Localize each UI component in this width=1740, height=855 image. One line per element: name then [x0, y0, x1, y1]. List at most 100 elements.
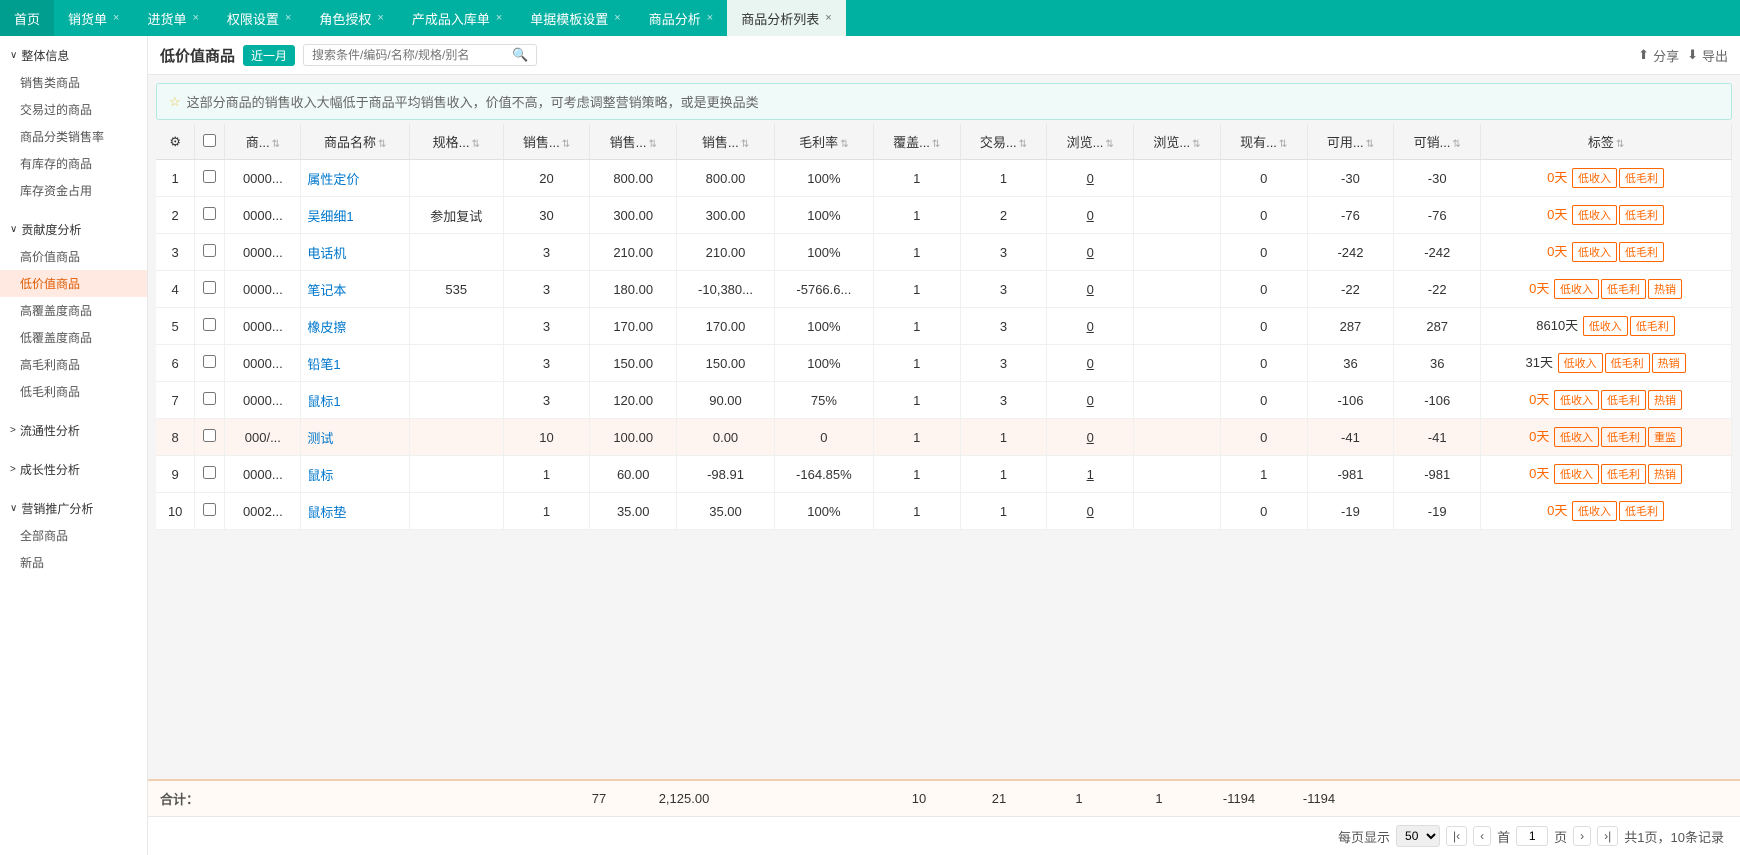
sidebar-group-贡献度分析[interactable]: ∨贡献度分析 — [0, 216, 147, 243]
sidebar-item-低毛利商品[interactable]: 低毛利商品 — [0, 378, 147, 405]
sort-icon[interactable]: ⇅ — [1616, 139, 1624, 150]
row-checkbox[interactable] — [203, 281, 216, 294]
last-page-button[interactable]: ›| — [1597, 826, 1618, 846]
product-name[interactable]: 鼠标垫 — [301, 493, 410, 530]
sort-icon[interactable]: ⇅ — [1105, 139, 1113, 150]
sidebar-item-高毛利商品[interactable]: 高毛利商品 — [0, 351, 147, 378]
sort-icon[interactable]: ⇅ — [1279, 139, 1287, 150]
product-name[interactable]: 吴细细1 — [301, 197, 410, 234]
page-number-input[interactable] — [1516, 826, 1548, 846]
sidebar-group-成长性分析[interactable]: >成长性分析 — [0, 456, 147, 483]
browse1[interactable]: 1 — [1047, 456, 1134, 493]
nav-item-进货单[interactable]: 进货单× — [133, 0, 212, 36]
browse1-link[interactable]: 1 — [1087, 467, 1094, 482]
product-name[interactable]: 笔记本 — [301, 271, 410, 308]
export-button[interactable]: ⬇ 导出 — [1687, 46, 1728, 65]
browse1-link[interactable]: 0 — [1087, 393, 1094, 408]
sidebar-item-低覆盖度商品[interactable]: 低覆盖度商品 — [0, 324, 147, 351]
filter-tag[interactable]: 近一月 — [243, 45, 295, 66]
sidebar-group-整体信息[interactable]: ∨整体信息 — [0, 42, 147, 69]
sidebar-item-商品分类销售率[interactable]: 商品分类销售率 — [0, 123, 147, 150]
sidebar-item-销售类商品[interactable]: 销售类商品 — [0, 69, 147, 96]
nav-item-商品分析列表[interactable]: 商品分析列表× — [727, 0, 845, 36]
sort-icon[interactable]: ⇅ — [840, 139, 848, 150]
col-header-3[interactable]: 商品名称⇅ — [301, 124, 410, 160]
browse1-link[interactable]: 0 — [1087, 430, 1094, 445]
close-tab-icon[interactable]: × — [707, 12, 713, 24]
close-tab-icon[interactable]: × — [825, 12, 831, 24]
nav-item-产成品入库单[interactable]: 产成品入库单× — [398, 0, 516, 36]
sort-icon[interactable]: ⇅ — [1019, 139, 1027, 150]
sidebar-item-低价值商品[interactable]: 低价值商品 — [0, 270, 147, 297]
sort-icon[interactable]: ⇅ — [272, 139, 280, 150]
col-header-4[interactable]: 规格...⇅ — [409, 124, 503, 160]
col-header-8[interactable]: 毛利率⇅ — [774, 124, 873, 160]
settings-icon[interactable]: ⚙ — [169, 134, 181, 149]
nav-item-权限设置[interactable]: 权限设置× — [213, 0, 305, 36]
nav-item-销货单[interactable]: 销货单× — [54, 0, 133, 36]
sidebar-item-高价值商品[interactable]: 高价值商品 — [0, 243, 147, 270]
product-name[interactable]: 鼠标 — [301, 456, 410, 493]
col-header-11[interactable]: 浏览...⇅ — [1047, 124, 1134, 160]
sidebar-item-有库存的商品[interactable]: 有库存的商品 — [0, 150, 147, 177]
row-checkbox[interactable] — [203, 429, 216, 442]
browse1-link[interactable]: 0 — [1087, 282, 1094, 297]
browse1-link[interactable]: 0 — [1087, 319, 1094, 334]
sort-icon[interactable]: ⇅ — [1452, 139, 1460, 150]
product-name[interactable]: 测试 — [301, 419, 410, 456]
browse1-link[interactable]: 0 — [1087, 245, 1094, 260]
share-button[interactable]: ⬆ 分享 — [1638, 46, 1679, 65]
close-tab-icon[interactable]: × — [496, 12, 502, 24]
row-checkbox[interactable] — [203, 244, 216, 257]
col-header-10[interactable]: 交易...⇅ — [960, 124, 1047, 160]
col-header-7[interactable]: 销售...⇅ — [677, 124, 775, 160]
sort-icon[interactable]: ⇅ — [1366, 139, 1374, 150]
close-tab-icon[interactable]: × — [614, 12, 620, 24]
close-tab-icon[interactable]: × — [113, 12, 119, 24]
col-header-15[interactable]: 可销...⇅ — [1394, 124, 1481, 160]
sort-icon[interactable]: ⇅ — [1192, 139, 1200, 150]
sort-icon[interactable]: ⇅ — [378, 139, 386, 150]
nav-item-角色授权[interactable]: 角色授权× — [305, 0, 397, 36]
sidebar-item-库存资金占用[interactable]: 库存资金占用 — [0, 177, 147, 204]
col-header-12[interactable]: 浏览...⇅ — [1134, 124, 1221, 160]
sidebar-item-高覆盖度商品[interactable]: 高覆盖度商品 — [0, 297, 147, 324]
row-checkbox[interactable] — [203, 170, 216, 183]
next-page-button[interactable]: › — [1573, 826, 1591, 846]
col-header-14[interactable]: 可用...⇅ — [1307, 124, 1394, 160]
sidebar-item-全部商品[interactable]: 全部商品 — [0, 522, 147, 549]
browse1-link[interactable]: 0 — [1087, 171, 1094, 186]
browse1-link[interactable]: 0 — [1087, 208, 1094, 223]
close-tab-icon[interactable]: × — [285, 12, 291, 24]
select-all-checkbox[interactable] — [203, 134, 216, 147]
sidebar-item-新品[interactable]: 新品 — [0, 549, 147, 576]
product-name[interactable]: 铅笔1 — [301, 345, 410, 382]
browse1-link[interactable]: 0 — [1087, 356, 1094, 371]
nav-item-商品分析[interactable]: 商品分析× — [635, 0, 727, 36]
col-header-9[interactable]: 覆盖...⇅ — [873, 124, 960, 160]
sort-icon[interactable]: ⇅ — [932, 139, 940, 150]
row-checkbox[interactable] — [203, 466, 216, 479]
sort-icon[interactable]: ⇅ — [562, 139, 570, 150]
browse1-link[interactable]: 0 — [1087, 504, 1094, 519]
nav-item-单据模板设置[interactable]: 单据模板设置× — [516, 0, 634, 36]
product-name[interactable]: 橡皮擦 — [301, 308, 410, 345]
per-page-select[interactable]: 50 — [1396, 825, 1440, 847]
product-name[interactable]: 电话机 — [301, 234, 410, 271]
close-tab-icon[interactable]: × — [377, 12, 383, 24]
col-header-5[interactable]: 销售...⇅ — [503, 124, 590, 160]
row-checkbox[interactable] — [203, 503, 216, 516]
sidebar-group-流通性分析[interactable]: >流通性分析 — [0, 417, 147, 444]
sidebar-item-交易过的商品[interactable]: 交易过的商品 — [0, 96, 147, 123]
col-header-13[interactable]: 现有...⇅ — [1220, 124, 1307, 160]
search-input[interactable] — [312, 48, 512, 62]
row-checkbox[interactable] — [203, 392, 216, 405]
sidebar-group-营销推广分析[interactable]: ∨营销推广分析 — [0, 495, 147, 522]
sort-icon[interactable]: ⇅ — [648, 139, 656, 150]
col-header-2[interactable]: 商...⇅ — [225, 124, 301, 160]
row-checkbox[interactable] — [203, 207, 216, 220]
col-header-6[interactable]: 销售...⇅ — [590, 124, 677, 160]
row-checkbox[interactable] — [203, 355, 216, 368]
row-checkbox[interactable] — [203, 318, 216, 331]
nav-item-首页[interactable]: 首页 — [0, 0, 54, 36]
